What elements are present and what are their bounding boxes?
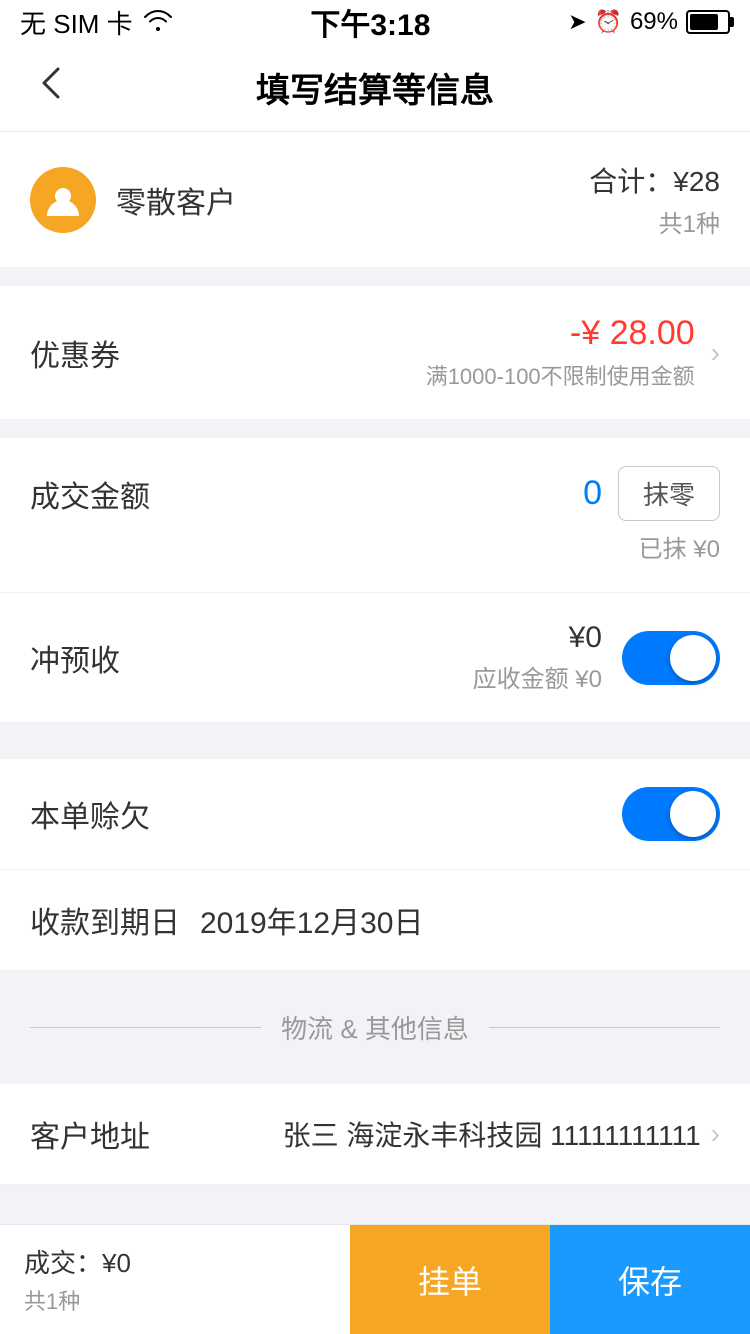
address-section[interactable]: 客户地址 张三 海淀永丰科技园 11111111111 › (0, 1084, 750, 1185)
bottom-deal: 成交：¥0 (24, 1243, 326, 1280)
bottom-count: 共1种 (24, 1284, 326, 1316)
page-title: 填写结算等信息 (256, 63, 494, 112)
time-display: 下午3:18 (310, 0, 430, 44)
divider-1 (0, 268, 750, 286)
coupon-row[interactable]: 优惠券 -¥ 28.00 满1000-100不限制使用金额 › (0, 286, 750, 420)
round-zero-button[interactable]: 抹零 (618, 466, 720, 521)
address-value: 张三 海淀永丰科技园 11111111111 (283, 1114, 701, 1154)
toggle-knob (670, 635, 716, 681)
logistics-header: 物流 & 其他信息 (0, 989, 750, 1066)
bottom-bar: 成交：¥0 共1种 挂单 保存 (0, 1224, 750, 1334)
nav-bar: 填写结算等信息 (0, 44, 750, 132)
duedate-value: 2019年12月30日 (200, 898, 423, 942)
deal-label: 成交： (24, 1248, 102, 1278)
carrier-label: 无 SIM 卡 (20, 4, 133, 41)
duedate-label: 收款到期日 (30, 898, 180, 942)
divider-4 (0, 971, 750, 989)
battery-label: 69% (630, 8, 678, 36)
duedate-section: 收款到期日 2019年12月30日 (0, 870, 750, 971)
address-label: 客户地址 (30, 1112, 150, 1156)
prepay-receivable: 应收金额 ¥0 (473, 659, 602, 694)
already-zeroed: 已抹 ¥0 (30, 529, 720, 564)
total-amount: 合计：¥28 (589, 160, 720, 200)
alarm-icon: ⏰ (595, 9, 622, 35)
logistics-title: 物流 & 其他信息 (281, 1009, 469, 1046)
debt-toggle[interactable] (622, 787, 720, 841)
debt-section: 本单赊欠 (0, 759, 750, 870)
main-content: 零散客户 合计：¥28 共1种 优惠券 -¥ 28.00 满1000-100不限… (0, 132, 750, 1305)
status-right: ➤ ⏰ 69% (568, 8, 730, 36)
coupon-discount: -¥ 28.00 (426, 314, 695, 353)
coupon-right: -¥ 28.00 满1000-100不限制使用金额 › (426, 314, 720, 391)
status-left: 无 SIM 卡 (20, 4, 173, 41)
divider-5 (0, 1066, 750, 1084)
customer-name: 零散客户 (116, 178, 236, 222)
prepay-toggle[interactable] (622, 631, 720, 685)
prepay-amount: ¥0 (473, 621, 602, 655)
prepay-section: 冲预收 ¥0 应收金额 ¥0 (0, 593, 750, 723)
customer-total: 合计：¥28 共1种 (589, 160, 720, 239)
wifi-icon (143, 7, 173, 38)
avatar (30, 167, 96, 233)
back-button[interactable] (30, 55, 72, 120)
deal-amount: ¥0 (102, 1248, 131, 1278)
debt-toggle-knob (670, 791, 716, 837)
bottom-info: 成交：¥0 共1种 (0, 1225, 350, 1334)
save-button[interactable]: 保存 (550, 1225, 750, 1334)
customer-info: 零散客户 (30, 167, 236, 233)
coupon-description: 满1000-100不限制使用金额 (426, 359, 695, 391)
battery-icon (686, 10, 730, 34)
address-chevron-icon: › (711, 1118, 720, 1150)
amount-section: 成交金额 抹零 已抹 ¥0 (0, 438, 750, 593)
chevron-right-icon: › (711, 337, 720, 369)
status-bar: 无 SIM 卡 下午3:18 ➤ ⏰ 69% (0, 0, 750, 44)
total-count: 共1种 (589, 204, 720, 239)
customer-row: 零散客户 合计：¥28 共1种 (0, 132, 750, 268)
location-icon: ➤ (568, 9, 586, 35)
divider-3 (0, 723, 750, 741)
prepay-label: 冲预收 (30, 636, 120, 680)
amount-input[interactable] (542, 474, 602, 513)
coupon-label: 优惠券 (30, 331, 120, 375)
debt-label: 本单赊欠 (30, 792, 150, 836)
hold-button[interactable]: 挂单 (350, 1225, 550, 1334)
amount-label: 成交金额 (30, 472, 150, 516)
divider-2 (0, 420, 750, 438)
